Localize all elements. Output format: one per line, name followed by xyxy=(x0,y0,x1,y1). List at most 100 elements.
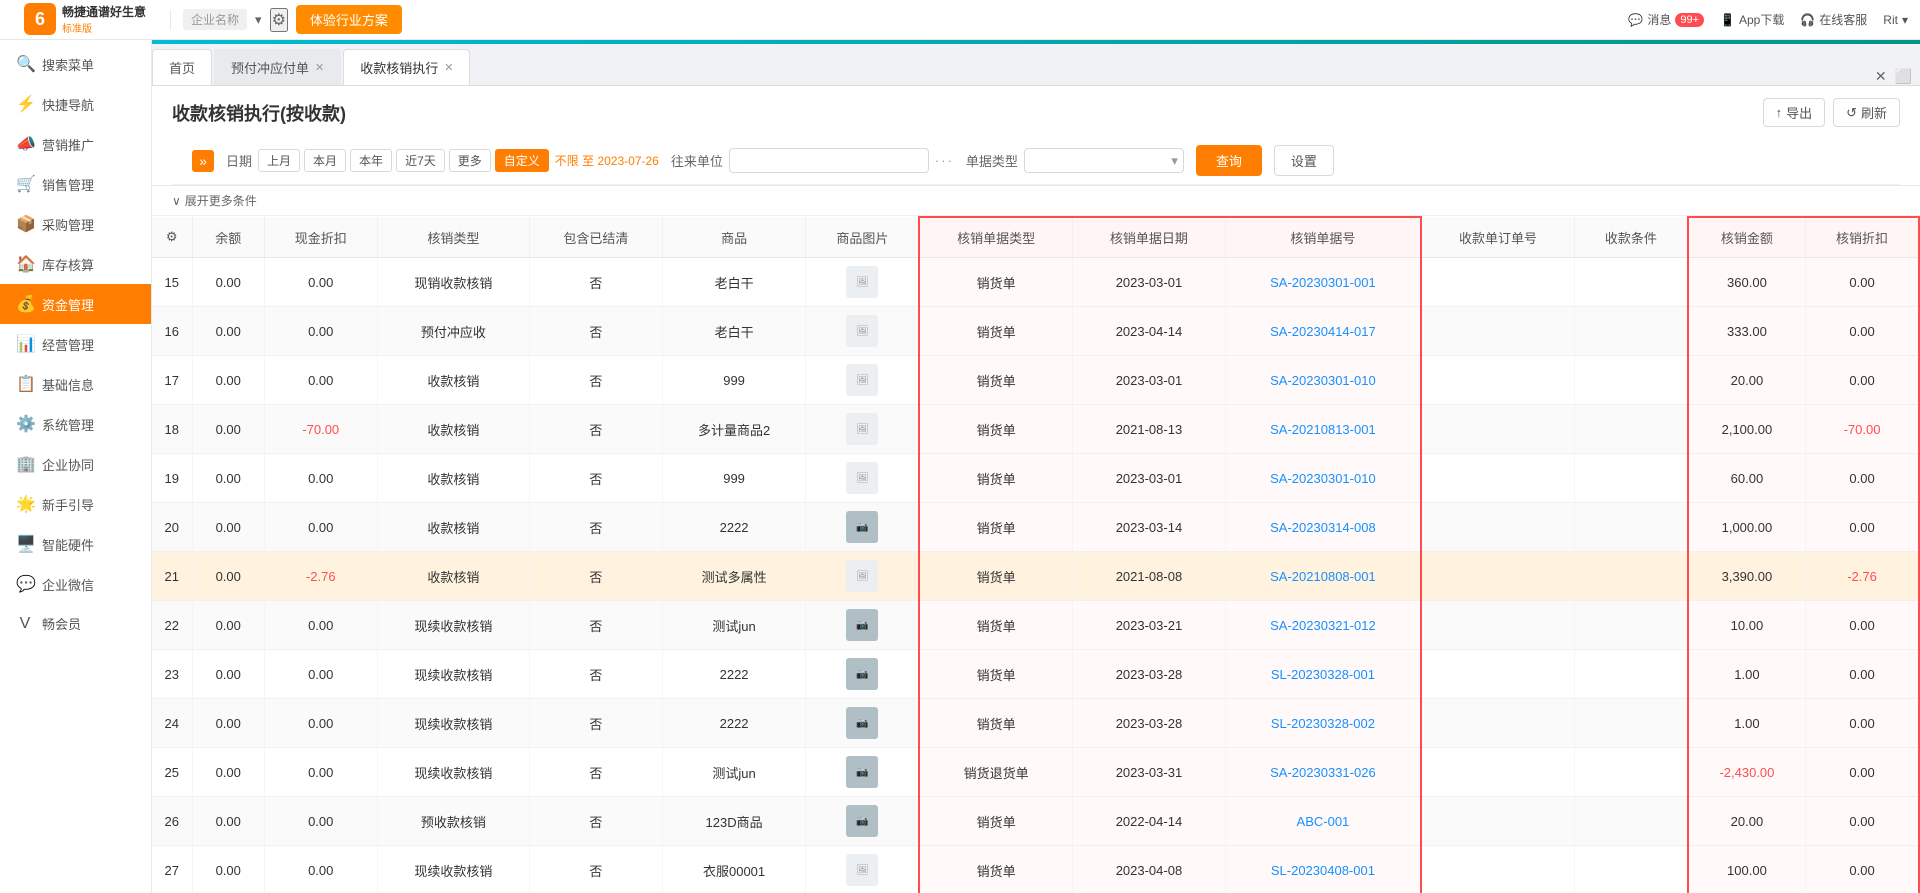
td-balance: 0.00 xyxy=(192,503,264,552)
doc-no-link[interactable]: SA-20210808-001 xyxy=(1270,569,1376,584)
sidebar-item-corp[interactable]: 🏢 企业协同 xyxy=(0,444,151,484)
main-table: ⚙ 余额 现金折扣 核销类型 包含已结清 商品 商品图片 核销单据类型 核销单据… xyxy=(152,216,1920,893)
online-service-btn[interactable]: 🎧 在线客服 xyxy=(1800,11,1867,28)
doc-no-link[interactable]: SA-20230321-012 xyxy=(1270,618,1376,633)
date-this-year[interactable]: 本年 xyxy=(350,149,392,172)
sidebar-menu: 🔍 搜索菜单 ⚡ 快捷导航 📣 营销推广 🛒 销售管理 📦 采购管理 🏠 xyxy=(0,40,151,893)
sidebar-item-purchase[interactable]: 📦 采购管理 xyxy=(0,204,151,244)
tab-prepay[interactable]: 预付冲应付单 ✕ xyxy=(214,49,341,85)
tab-receipt-close[interactable]: ✕ xyxy=(444,61,453,74)
doc-no-link[interactable]: SA-20230301-010 xyxy=(1270,373,1376,388)
td-balance: 0.00 xyxy=(192,846,264,893)
td-no: 16 xyxy=(152,307,192,356)
td-verify-doc-date: 2023-04-14 xyxy=(1073,307,1226,356)
doc-no-link[interactable]: SA-20230331-026 xyxy=(1270,765,1376,780)
th-verify-doc-date: 核销单据日期 xyxy=(1073,217,1226,258)
doc-no-link[interactable]: ABC-001 xyxy=(1297,814,1350,829)
date-custom[interactable]: 自定义 xyxy=(495,149,549,172)
messages-btn[interactable]: 💬 消息 99+ xyxy=(1628,11,1704,28)
expand-more-btn[interactable]: ∨ 展开更多条件 xyxy=(172,192,257,209)
marketing-icon: 📣 xyxy=(16,134,34,154)
close-window-icon[interactable]: ✕ xyxy=(1875,68,1887,85)
sidebar-item-finance[interactable]: 💰 资金管理 xyxy=(0,284,151,324)
td-verify-doc-no: SA-20230301-010 xyxy=(1225,454,1421,503)
app-download-btn[interactable]: 📱 App下载 xyxy=(1720,11,1784,28)
chevron-down-icon[interactable]: ▾ xyxy=(255,12,262,28)
company-name: 企业名称 xyxy=(183,9,247,30)
doc-type-select[interactable] xyxy=(1024,148,1184,173)
chevron-down-small-icon: ∨ xyxy=(172,194,181,208)
tab-home[interactable]: 首页 xyxy=(152,49,212,85)
td-verify-doc-no: SA-20230301-001 xyxy=(1225,258,1421,307)
td-verify-type: 现续收款核销 xyxy=(377,601,530,650)
doc-no-link[interactable]: SA-20230301-010 xyxy=(1270,471,1376,486)
query-btn[interactable]: 查询 xyxy=(1196,145,1262,176)
sidebar-item-member[interactable]: V 畅会员 xyxy=(0,604,151,643)
td-verify-doc-no: SA-20230314-008 xyxy=(1225,503,1421,552)
sidebar-item-wechat[interactable]: 💬 企业微信 xyxy=(0,564,151,604)
td-verify-amount: 360.00 xyxy=(1688,258,1806,307)
td-receipt-cond xyxy=(1574,650,1687,699)
date-more[interactable]: 更多 xyxy=(449,149,491,172)
layout: 🔍 搜索菜单 ⚡ 快捷导航 📣 营销推广 🛒 销售管理 📦 采购管理 🏠 xyxy=(0,40,1920,893)
sidebar-item-system[interactable]: ⚙️ 系统管理 xyxy=(0,404,151,444)
date-last-month[interactable]: 上月 xyxy=(258,149,300,172)
sidebar-item-newbie[interactable]: 🌟 新手引导 xyxy=(0,484,151,524)
sidebar-item-quicknav[interactable]: ⚡ 快捷导航 xyxy=(0,84,151,124)
tab-prepay-close[interactable]: ✕ xyxy=(315,61,324,74)
td-cash-discount: 0.00 xyxy=(264,846,377,893)
sidebar-item-marketing[interactable]: 📣 营销推广 xyxy=(0,124,151,164)
td-include-settled: 否 xyxy=(530,650,663,699)
sidebar-item-sales[interactable]: 🛒 销售管理 xyxy=(0,164,151,204)
sidebar-item-ops[interactable]: 📊 经营管理 xyxy=(0,324,151,364)
sidebar-item-search[interactable]: 🔍 搜索菜单 xyxy=(0,44,151,84)
th-gear[interactable]: ⚙ xyxy=(152,217,192,258)
td-goods: 测试jun xyxy=(662,601,806,650)
td-cash-discount: 0.00 xyxy=(264,258,377,307)
td-verify-amount: 1,000.00 xyxy=(1688,503,1806,552)
date-7days[interactable]: 近7天 xyxy=(396,149,445,172)
td-receipt-order-no xyxy=(1421,601,1574,650)
td-verify-doc-no: SA-20230301-010 xyxy=(1225,356,1421,405)
table-body: 15 0.00 0.00 现销收款核销 否 老白干 🖼 销货单 2023-03-… xyxy=(152,258,1919,893)
table-row: 21 0.00 -2.76 收款核销 否 测试多属性 🖼 销货单 2021-08… xyxy=(152,552,1919,601)
doc-type-filter-group: 单据类型 ▾ xyxy=(966,148,1184,173)
td-balance: 0.00 xyxy=(192,356,264,405)
td-verify-doc-date: 2023-03-28 xyxy=(1073,699,1226,748)
user-name[interactable]: Rit ▾ xyxy=(1883,13,1908,27)
industry-btn[interactable]: 体验行业方案 xyxy=(296,5,402,34)
doc-no-link[interactable]: SA-20230414-017 xyxy=(1270,324,1376,339)
sidebar-item-base[interactable]: 📋 基础信息 xyxy=(0,364,151,404)
table-header-row: ⚙ 余额 现金折扣 核销类型 包含已结清 商品 商品图片 核销单据类型 核销单据… xyxy=(152,217,1919,258)
doc-no-link[interactable]: SL-20230328-002 xyxy=(1271,716,1375,731)
doc-no-link[interactable]: SA-20230314-008 xyxy=(1270,520,1376,535)
td-cash-discount: 0.00 xyxy=(264,650,377,699)
sidebar-item-hardware[interactable]: 🖥️ 智能硬件 xyxy=(0,524,151,564)
td-include-settled: 否 xyxy=(530,258,663,307)
doc-no-link[interactable]: SA-20230301-001 xyxy=(1270,275,1376,290)
date-this-month[interactable]: 本月 xyxy=(304,149,346,172)
td-no: 15 xyxy=(152,258,192,307)
filter-expand-btn[interactable]: » xyxy=(192,150,214,172)
td-no: 21 xyxy=(152,552,192,601)
td-cash-discount: 0.00 xyxy=(264,797,377,846)
tab-receipt[interactable]: 收款核销执行 ✕ xyxy=(343,49,470,85)
sidebar-item-inventory[interactable]: 🏠 库存核算 xyxy=(0,244,151,284)
td-goods: 999 xyxy=(662,356,806,405)
td-no: 17 xyxy=(152,356,192,405)
maximize-icon[interactable]: ⬜ xyxy=(1895,68,1912,85)
doc-no-link[interactable]: SL-20230408-001 xyxy=(1271,863,1375,878)
doc-no-link[interactable]: SL-20230328-001 xyxy=(1271,667,1375,682)
td-balance: 0.00 xyxy=(192,797,264,846)
doc-no-link[interactable]: SA-20210813-001 xyxy=(1270,422,1376,437)
settings-btn[interactable]: 设置 xyxy=(1274,145,1334,176)
settings-icon[interactable]: ⚙ xyxy=(270,8,288,32)
partner-more-icon[interactable]: ··· xyxy=(935,153,954,168)
td-verify-type: 现销收款核销 xyxy=(377,258,530,307)
partner-input[interactable] xyxy=(729,148,929,173)
system-icon: ⚙️ xyxy=(16,414,34,434)
export-btn[interactable]: ↑ 导出 xyxy=(1763,98,1826,127)
td-receipt-cond xyxy=(1574,258,1687,307)
td-verify-doc-type: 销货单 xyxy=(919,846,1072,893)
refresh-btn[interactable]: ↺ 刷新 xyxy=(1833,98,1900,127)
